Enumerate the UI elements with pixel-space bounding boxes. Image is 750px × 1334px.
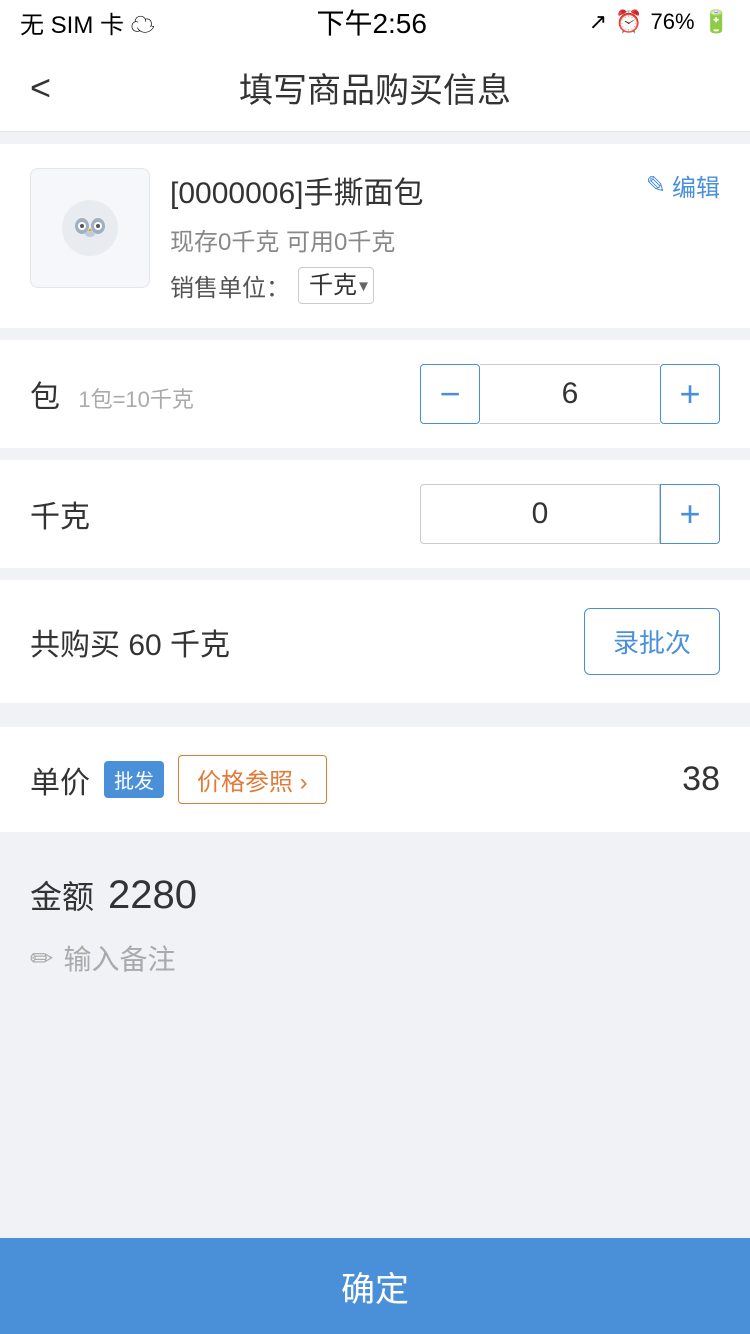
note-row[interactable]: ✏ 输入备注 [30,928,720,998]
summary-text: 共购买 60 千克 [30,620,230,664]
product-unit-row: 销售单位： 千克 [170,267,720,304]
kilogram-plus-button[interactable]: + [660,484,720,544]
back-button[interactable]: < [30,67,51,109]
package-section: 包 1包=10千克 − + [0,340,750,448]
location-icon: ↗ [589,9,607,35]
package-row: 包 1包=10千克 − + [30,340,720,448]
edit-button[interactable]: ✎ 编辑 [646,168,720,203]
divider [0,703,750,715]
product-info: [0000006]手撕面包 现存0千克 可用0千克 销售单位： 千克 [170,168,720,304]
kilogram-qty-control: + [420,484,720,544]
confirm-bar[interactable]: 确定 [0,1238,750,1334]
package-hint: 1包=10千克 [78,387,194,412]
status-right: ↗ ⏰ 76% 🔋 [589,9,730,35]
summary-row: 共购买 60 千克 录批次 [0,580,750,703]
wholesale-tag: 批发 [104,761,164,798]
product-stock: 现存0千克 可用0千克 [170,222,720,257]
product-image [30,168,150,288]
back-icon: < [30,67,51,108]
kilogram-row: 千克 + [30,460,720,568]
amount-row: 金额 2280 [30,872,720,928]
edit-label: 编辑 [672,168,720,203]
package-qty-control: − + [420,364,720,424]
product-name: [0000006]手撕面包 [170,168,720,212]
edit-icon: ✎ [646,171,666,200]
package-label: 包 1包=10千克 [30,372,420,416]
unit-selector[interactable]: 千克 [298,267,374,304]
bottom-spacer [0,998,750,1238]
battery-icon: 🔋 [703,9,730,35]
kilogram-section: 千克 + [0,460,750,568]
batch-button[interactable]: 录批次 [584,608,720,675]
unit-label: 销售单位： [170,268,290,303]
status-left: 无 SIM 卡 ☁ [20,5,155,40]
amount-label: 金额 [30,872,94,918]
product-card: [0000006]手撕面包 现存0千克 可用0千克 销售单位： 千克 ✎ 编辑 [0,144,750,328]
price-value: 38 [682,760,720,799]
package-minus-button[interactable]: − [420,364,480,424]
package-qty-input[interactable] [480,364,660,424]
price-label: 单价 [30,758,90,802]
page-title: 填写商品购买信息 [239,63,511,112]
price-reference-button[interactable]: 价格参照 › [178,755,327,804]
amount-section: 金额 2280 ✏ 输入备注 [0,844,750,998]
note-placeholder: 输入备注 [63,938,175,978]
divider2 [0,832,750,844]
amount-value: 2280 [108,873,197,918]
confirm-label: 确定 [341,1262,409,1311]
status-bar: 无 SIM 卡 ☁ 下午2:56 ↗ ⏰ 76% 🔋 [0,0,750,44]
status-time: 下午2:56 [316,2,427,42]
battery-level: 76% [651,9,695,35]
alarm-icon: ⏰ [615,9,642,35]
kilogram-qty-input[interactable] [420,484,660,544]
note-icon: ✏ [30,942,53,975]
package-plus-button[interactable]: + [660,364,720,424]
product-logo [60,198,120,258]
sim-status: 无 SIM 卡 ☁ [20,5,155,40]
nav-bar: < 填写商品购买信息 [0,44,750,132]
price-row: 单价 批发 价格参照 › 38 [0,727,750,832]
kilogram-label: 千克 [30,492,420,536]
unit-select-input[interactable]: 千克 [298,267,374,304]
